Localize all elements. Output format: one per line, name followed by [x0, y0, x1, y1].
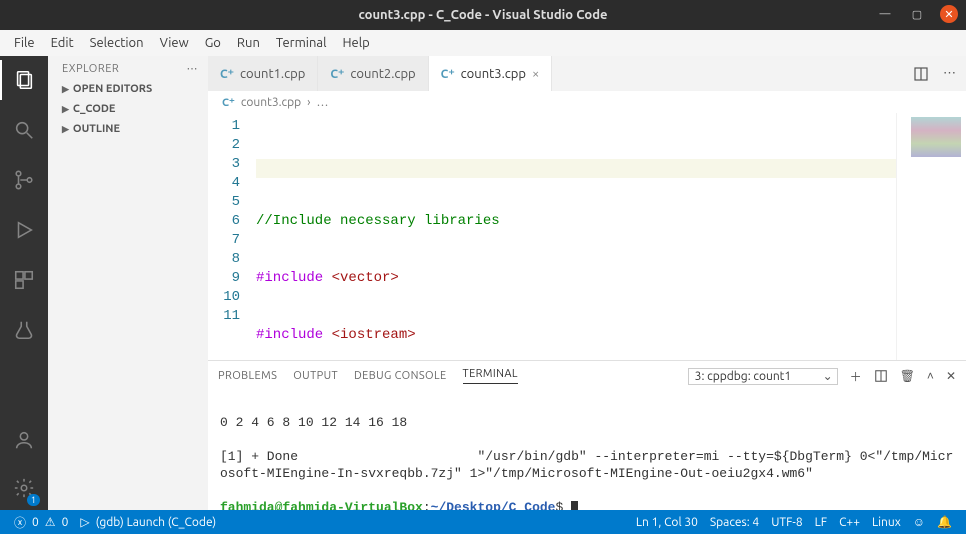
chevron-right-icon: › — [307, 96, 310, 109]
breadcrumb[interactable]: C⁺ count3.cpp › … — [208, 91, 966, 113]
menu-run[interactable]: Run — [229, 36, 268, 50]
terminal-cursor — [571, 501, 578, 510]
bottom-panel: PROBLEMS OUTPUT DEBUG CONSOLE TERMINAL 3… — [208, 360, 966, 510]
explorer-icon[interactable] — [0, 64, 48, 96]
split-editor-icon[interactable] — [913, 66, 929, 82]
menu-terminal[interactable]: Terminal — [268, 36, 335, 50]
status-cursor-pos[interactable]: Ln 1, Col 30 — [630, 516, 704, 529]
minimize-button[interactable]: — — [876, 5, 894, 23]
panel-tab-output[interactable]: OUTPUT — [293, 370, 338, 382]
tab-count2[interactable]: C⁺ count2.cpp — [318, 56, 428, 91]
new-terminal-icon[interactable]: ＋ — [850, 368, 862, 385]
chevron-right-icon: ▶ — [62, 84, 69, 95]
terminal[interactable]: 0 2 4 6 8 10 12 14 16 18 [1] + Done "/us… — [208, 391, 966, 510]
status-problems[interactable]: ⓧ0 ⚠0 — [8, 514, 74, 531]
sidebar-title: EXPLORER — [62, 63, 119, 75]
sidebar-section-folder[interactable]: ▶ C_CODE — [48, 99, 208, 119]
status-eol[interactable]: LF — [809, 516, 833, 529]
feedback-icon[interactable]: ☺ — [907, 515, 931, 529]
kill-terminal-icon[interactable]: 🗑 — [900, 369, 915, 383]
error-icon: ⓧ — [14, 514, 26, 531]
tab-label: count2.cpp — [350, 67, 415, 81]
cpp-file-icon: C⁺ — [220, 67, 234, 81]
tab-label: count1.cpp — [240, 67, 305, 81]
accounts-icon[interactable] — [0, 424, 48, 456]
panel-tab-debug-console[interactable]: DEBUG CONSOLE — [354, 370, 447, 382]
tab-bar: C⁺ count1.cpp C⁺ count2.cpp C⁺ count3.cp… — [208, 56, 966, 91]
sidebar-item-label: C_CODE — [73, 103, 116, 115]
breadcrumb-file: count3.cpp — [241, 96, 301, 109]
code-content[interactable]: //Include necessary libraries #include <… — [250, 113, 896, 360]
active-line-highlight — [256, 159, 896, 178]
menu-help[interactable]: Help — [334, 36, 377, 50]
sidebar-item-label: OUTLINE — [73, 123, 120, 135]
panel-tabs: PROBLEMS OUTPUT DEBUG CONSOLE TERMINAL 3… — [208, 361, 966, 391]
status-language[interactable]: C++ — [833, 516, 866, 529]
window-title: count3.cpp - C_Code - Visual Studio Code — [359, 8, 608, 22]
search-icon[interactable] — [0, 114, 48, 146]
status-encoding[interactable]: UTF-8 — [765, 516, 808, 529]
menu-file[interactable]: File — [6, 36, 43, 50]
menu-view[interactable]: View — [152, 36, 197, 50]
window-controls: — ▢ ✕ — [876, 5, 958, 23]
terminal-line: 0 2 4 6 8 10 12 14 16 18 — [220, 414, 954, 431]
status-bar: ⓧ0 ⚠0 ▷ (gdb) Launch (C_Code) Ln 1, Col … — [0, 510, 966, 534]
chevron-right-icon: ▶ — [62, 104, 69, 115]
sidebar: EXPLORER ⋯ ▶ OPEN EDITORS ▶ C_CODE ▶ OUT… — [48, 56, 208, 510]
line-numbers: 1234567891011 — [208, 113, 250, 360]
extensions-icon[interactable] — [0, 264, 48, 296]
panel-chevron-up-icon[interactable]: ˄ — [927, 369, 934, 383]
sidebar-item-label: OPEN EDITORS — [73, 83, 152, 95]
cpp-file-icon: C⁺ — [441, 67, 455, 81]
menu-go[interactable]: Go — [197, 36, 229, 50]
test-icon[interactable] — [0, 314, 48, 346]
status-os[interactable]: Linux — [866, 516, 907, 529]
code-editor[interactable]: 1234567891011 //Include necessary librar… — [208, 113, 966, 360]
close-panel-icon[interactable]: ✕ — [946, 369, 956, 383]
source-control-icon[interactable] — [0, 164, 48, 196]
close-tab-icon[interactable]: × — [532, 67, 539, 81]
terminal-line: [1] + Done "/usr/bin/gdb" --interpreter=… — [220, 448, 954, 482]
sidebar-section-outline[interactable]: ▶ OUTLINE — [48, 119, 208, 139]
status-indent[interactable]: Spaces: 4 — [704, 516, 765, 529]
warning-icon: ⚠ — [45, 515, 56, 529]
editor-area: C⁺ count1.cpp C⁺ count2.cpp C⁺ count3.cp… — [208, 56, 966, 510]
chevron-right-icon: ▶ — [62, 124, 69, 135]
sidebar-section-open-editors[interactable]: ▶ OPEN EDITORS — [48, 79, 208, 99]
maximize-button[interactable]: ▢ — [908, 5, 926, 23]
tab-count1[interactable]: C⁺ count1.cpp — [208, 56, 318, 91]
panel-tab-problems[interactable]: PROBLEMS — [218, 370, 277, 382]
terminal-selector[interactable]: 3: cppdbg: count1 — [688, 368, 838, 385]
cpp-file-icon: C⁺ — [222, 96, 235, 109]
tab-actions: ⋯ — [903, 56, 966, 91]
titlebar: count3.cpp - C_Code - Visual Studio Code… — [0, 0, 966, 30]
run-debug-icon[interactable] — [0, 214, 48, 246]
settings-badge: 1 — [27, 494, 40, 506]
menu-edit[interactable]: Edit — [43, 36, 82, 50]
tab-label: count3.cpp — [461, 67, 526, 81]
activity-bar: 1 — [0, 56, 48, 510]
menu-selection[interactable]: Selection — [82, 36, 152, 50]
minimap[interactable] — [896, 113, 966, 360]
panel-tab-terminal[interactable]: TERMINAL — [463, 368, 518, 384]
status-launch[interactable]: ▷ (gdb) Launch (C_Code) — [74, 515, 222, 529]
close-button[interactable]: ✕ — [940, 5, 958, 23]
debug-icon: ▷ — [80, 515, 89, 529]
workbench: 1 EXPLORER ⋯ ▶ OPEN EDITORS ▶ C_CODE ▶ O… — [0, 56, 966, 510]
split-terminal-icon[interactable] — [874, 369, 888, 383]
cpp-file-icon: C⁺ — [330, 67, 344, 81]
gear-icon[interactable]: 1 — [0, 472, 48, 504]
tab-count3[interactable]: C⁺ count3.cpp × — [429, 56, 553, 91]
notifications-icon[interactable]: 🔔 — [931, 515, 958, 529]
menubar: File Edit Selection View Go Run Terminal… — [0, 30, 966, 56]
breadcrumb-more: … — [317, 96, 329, 109]
sidebar-more-icon[interactable]: ⋯ — [187, 62, 199, 75]
more-actions-icon[interactable]: ⋯ — [943, 66, 956, 81]
terminal-prompt: fahmida@fahmida-VirtualBox:~/Desktop/C_C… — [220, 499, 954, 510]
